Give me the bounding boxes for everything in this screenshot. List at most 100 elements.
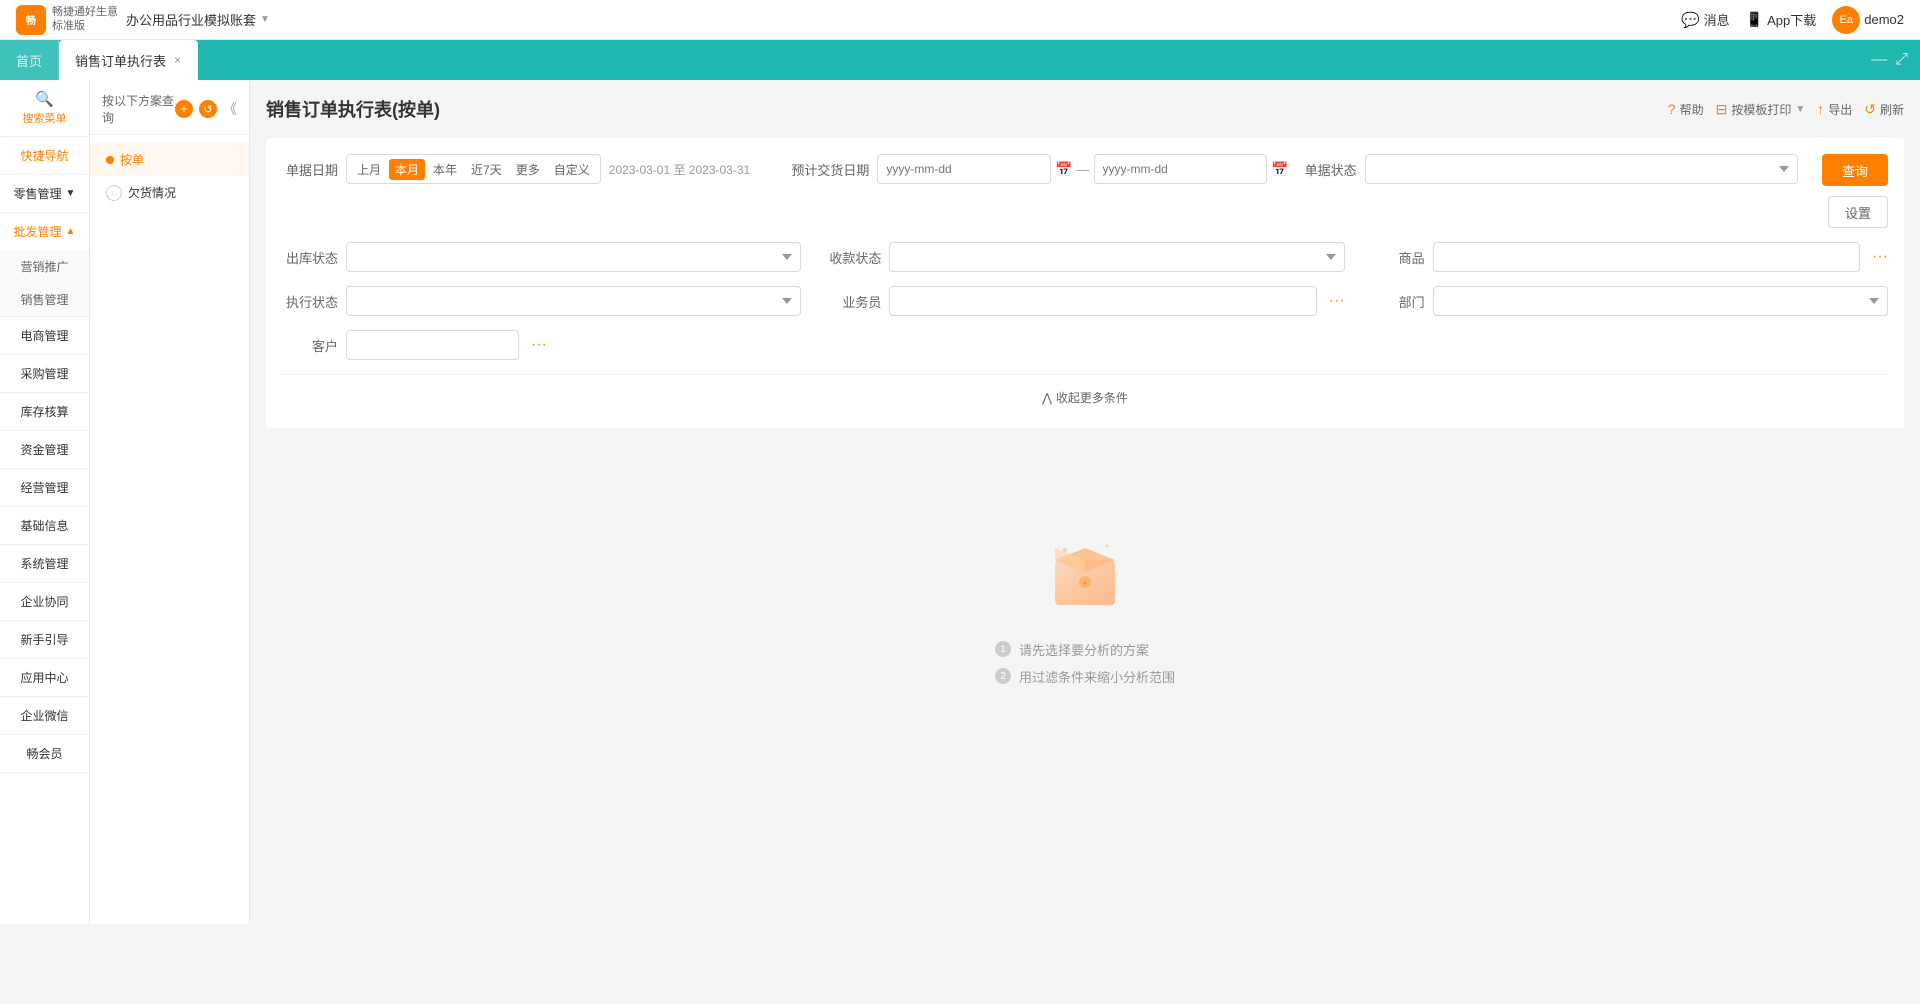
print-icon: ⊟ bbox=[1716, 101, 1728, 118]
right-content: 销售订单执行表(按单) ? 帮助 ⊟ 按模板打印 ▼ ↑ 导出 bbox=[250, 80, 1920, 924]
sidebar-group-collab-header[interactable]: 企业协同 bbox=[0, 583, 89, 620]
message-button[interactable]: 💬 消息 bbox=[1681, 10, 1730, 29]
user-menu[interactable]: Ea demo2 bbox=[1832, 6, 1904, 34]
sidebar-group-basics-header[interactable]: 基础信息 bbox=[0, 507, 89, 544]
tab-home[interactable]: 首页 bbox=[0, 40, 59, 80]
breadcrumb-arrow-icon: ▼ bbox=[260, 14, 270, 25]
sidebar-group-purchase: 采购管理 bbox=[0, 355, 89, 393]
expected-date-label: 预计交货日期 bbox=[791, 160, 869, 179]
collapse-more-button[interactable]: ⋀ 收起更多条件 bbox=[282, 383, 1888, 412]
sidebar-group-ecommerce-header[interactable]: 电商管理 bbox=[0, 317, 89, 354]
tab-expand-icon[interactable]: ⤢ bbox=[1895, 51, 1908, 69]
delivery-select[interactable] bbox=[346, 242, 801, 272]
scheme-by-order-label: 按单 bbox=[120, 151, 144, 168]
customer-more-icon[interactable]: ··· bbox=[531, 336, 547, 354]
sidebar-group-guide: 新手引导 bbox=[0, 621, 89, 659]
shortcut-this-year[interactable]: 本年 bbox=[427, 159, 463, 180]
expected-date-end[interactable] bbox=[1094, 154, 1268, 184]
customer-label: 客户 bbox=[282, 336, 338, 355]
page-title: 销售订单执行表(按单) bbox=[266, 96, 440, 122]
customer-input[interactable] bbox=[346, 330, 519, 360]
sidebar-apps-label: 应用中心 bbox=[20, 669, 68, 686]
dept-filter: 部门 bbox=[1369, 286, 1888, 316]
collapse-panel-button[interactable]: 《 bbox=[223, 100, 237, 118]
payment-label: 收款状态 bbox=[825, 248, 881, 267]
sidebar-group-apps-header[interactable]: 应用中心 bbox=[0, 659, 89, 696]
sidebar-item-sales-mgmt[interactable]: 销售管理 bbox=[0, 283, 89, 316]
settings-button[interactable]: 设置 bbox=[1828, 196, 1888, 228]
export-button[interactable]: ↑ 导出 bbox=[1817, 101, 1852, 118]
sidebar-sales-mgmt-label: 销售管理 bbox=[20, 293, 68, 307]
help-icon: ? bbox=[1668, 101, 1676, 117]
breadcrumb[interactable]: 办公用品行业模拟账套 ▼ bbox=[126, 10, 270, 29]
scheme-item-backorder[interactable]: ○ 欠货情况 bbox=[90, 176, 249, 209]
sidebar-nav-label: 快捷导航 bbox=[20, 149, 68, 163]
help-button[interactable]: ? 帮助 bbox=[1668, 101, 1704, 118]
sidebar-group-ecommerce: 电商管理 bbox=[0, 317, 89, 355]
staff-input[interactable] bbox=[889, 286, 1316, 316]
tab-sales-order[interactable]: 销售订单执行表 × bbox=[59, 40, 198, 80]
print-button[interactable]: ⊟ 按模板打印 ▼ bbox=[1716, 101, 1806, 118]
sidebar-item-marketing[interactable]: 营销推广 bbox=[0, 250, 89, 283]
refresh-icon: ↺ bbox=[1864, 101, 1876, 118]
shortcut-custom[interactable]: 自定义 bbox=[548, 159, 596, 180]
shortcut-more[interactable]: 更多 bbox=[510, 159, 546, 180]
sidebar-item-quick-nav[interactable]: 快捷导航 bbox=[0, 137, 89, 175]
sidebar-ecommerce-label: 电商管理 bbox=[20, 327, 68, 344]
staff-filter: 业务员 ··· bbox=[825, 286, 1344, 316]
sidebar-group-inventory-header[interactable]: 库存核算 bbox=[0, 393, 89, 430]
add-scheme-button[interactable]: + bbox=[175, 100, 193, 118]
tab-close-icon[interactable]: × bbox=[174, 53, 181, 67]
sidebar-search[interactable]: 🔍 搜索菜单 bbox=[0, 80, 89, 137]
tab-bar-actions: — ⤢ bbox=[1871, 51, 1920, 69]
sidebar-group-wechat-header[interactable]: 企业微信 bbox=[0, 697, 89, 734]
shortcut-7days[interactable]: 近7天 bbox=[465, 159, 508, 180]
sidebar-group-member-header[interactable]: 畅会员 bbox=[0, 735, 89, 772]
refresh-scheme-button[interactable]: ↺ bbox=[199, 100, 217, 118]
start-calendar-icon[interactable]: 📅 bbox=[1055, 161, 1072, 178]
left-panel-header: 按以下方案查询 + ↺ 《 bbox=[90, 92, 249, 135]
tab-minimize-icon[interactable]: — bbox=[1871, 51, 1887, 69]
sidebar-marketing-label: 营销推广 bbox=[20, 260, 68, 274]
status-select[interactable] bbox=[1365, 154, 1798, 184]
collapse-arrow-icon: ⋀ bbox=[1042, 391, 1052, 405]
sidebar: 🔍 搜索菜单 快捷导航 零售管理 ▼ 批发管理 ▲ 营销推广 销售管理 电商管理… bbox=[0, 80, 90, 924]
sidebar-group-system-header[interactable]: 系统管理 bbox=[0, 545, 89, 582]
query-button[interactable]: 查询 bbox=[1822, 154, 1888, 186]
shortcut-last-month[interactable]: 上月 bbox=[351, 159, 387, 180]
scheme-item-by-order[interactable]: 按单 bbox=[90, 143, 249, 176]
exec-select[interactable] bbox=[346, 286, 801, 316]
expected-date-group: 📅 — 📅 bbox=[877, 154, 1288, 184]
date-shortcut-group: 上月 本月 本年 近7天 更多 自定义 bbox=[346, 154, 601, 184]
page-title-area: 销售订单执行表(按单) ? 帮助 ⊟ 按模板打印 ▼ ↑ 导出 bbox=[266, 96, 1904, 122]
end-calendar-icon[interactable]: 📅 bbox=[1271, 161, 1288, 178]
dept-select[interactable] bbox=[1433, 286, 1888, 316]
sidebar-group-wholesale-arrow: ▲ bbox=[66, 226, 76, 237]
top-bar-left: 畅 畅捷通好生意 标准版 办公用品行业模拟账套 ▼ bbox=[16, 5, 270, 35]
expected-date-start[interactable] bbox=[877, 154, 1051, 184]
avatar: Ea bbox=[1832, 6, 1860, 34]
refresh-button[interactable]: ↺ 刷新 bbox=[1864, 101, 1904, 118]
empty-tip-1: 1 请先选择要分析的方案 bbox=[995, 640, 1175, 659]
sidebar-group-finance-header[interactable]: 资金管理 bbox=[0, 431, 89, 468]
tab-bar: 首页 销售订单执行表 × — ⤢ bbox=[0, 40, 1920, 80]
staff-more-icon[interactable]: ··· bbox=[1329, 292, 1345, 310]
sidebar-group-wholesale-header[interactable]: 批发管理 ▲ bbox=[0, 213, 89, 250]
goods-more-icon[interactable]: ··· bbox=[1872, 248, 1888, 266]
sidebar-group-wechat: 企业微信 bbox=[0, 697, 89, 735]
query-btn-area: 查询 设置 bbox=[1822, 154, 1888, 228]
sidebar-group-purchase-header[interactable]: 采购管理 bbox=[0, 355, 89, 392]
scheme-backorder-label: 欠货情况 bbox=[128, 184, 176, 201]
sidebar-group-finance: 资金管理 bbox=[0, 431, 89, 469]
tab-sales-order-label: 销售订单执行表 bbox=[75, 51, 166, 70]
payment-select[interactable] bbox=[889, 242, 1344, 272]
app-download-button[interactable]: 📱 App下载 bbox=[1746, 10, 1817, 29]
empty-icon: ✦ bbox=[1035, 520, 1135, 620]
sidebar-group-operations-header[interactable]: 经营管理 bbox=[0, 469, 89, 506]
sidebar-search-label: 搜索菜单 bbox=[8, 110, 81, 126]
sidebar-group-retail-header[interactable]: 零售管理 ▼ bbox=[0, 175, 89, 212]
shortcut-this-month[interactable]: 本月 bbox=[389, 159, 425, 180]
sidebar-group-retail-arrow: ▼ bbox=[66, 188, 76, 199]
goods-input[interactable] bbox=[1433, 242, 1860, 272]
sidebar-group-guide-header[interactable]: 新手引导 bbox=[0, 621, 89, 658]
